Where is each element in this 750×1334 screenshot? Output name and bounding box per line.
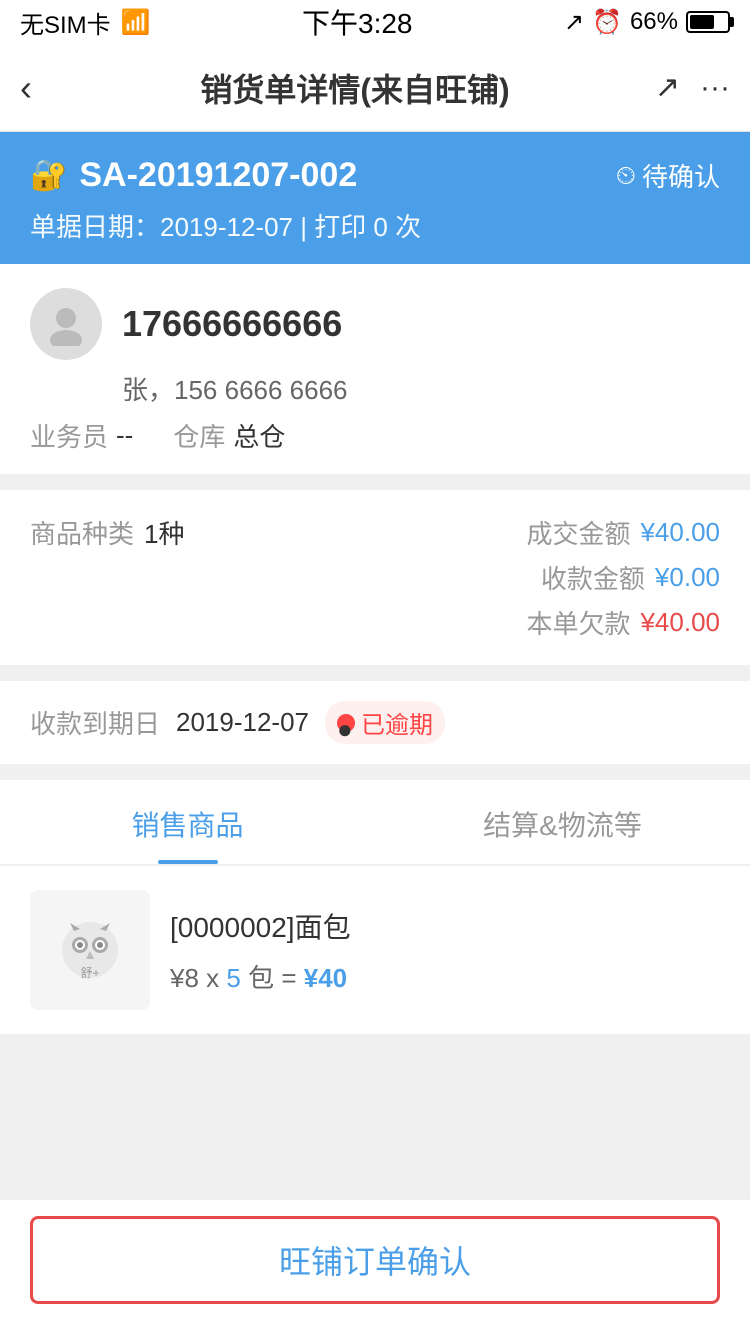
product-types-label: 商品种类 <box>30 514 134 551</box>
price-x: x <box>206 963 226 993</box>
tabs-section: 销售商品 结算&物流等 <box>0 780 750 866</box>
share-icon[interactable]: ↗︎ <box>655 70 680 105</box>
confirm-button[interactable]: 旺铺订单确认 <box>30 1216 720 1304</box>
product-name: [0000002]面包 <box>170 906 720 946</box>
order-header: 🔐 SA-20191207-002 ⏲ 待确认 单据日期：2019-12-07 … <box>0 132 750 264</box>
status-left: 无SIM卡 📶 <box>20 5 151 40</box>
product-types: 商品种类 1种 <box>30 514 184 551</box>
bottom-bar: 旺铺订单确认 <box>0 1199 750 1334</box>
qty-value: 5 <box>226 963 240 993</box>
equals: = <box>281 963 303 993</box>
time-label: 下午3:28 <box>302 2 413 42</box>
salesperson-label: 业务员 <box>30 417 108 454</box>
payment-value: ¥0.00 <box>655 562 720 593</box>
total-value: ¥40 <box>304 963 347 993</box>
avatar-icon <box>44 302 88 346</box>
duedate-section: 收款到期日 2019-12-07 ● 已逾期 <box>0 681 750 764</box>
nav-right-actions: ↗︎ ··· <box>630 70 730 105</box>
wifi-icon: 📶 <box>121 8 151 37</box>
duedate-label: 收款到期日 <box>30 704 160 741</box>
more-icon[interactable]: ··· <box>700 71 730 105</box>
payment-row: 收款金额 ¥0.00 <box>541 559 720 596</box>
page-title: 销货单详情(来自旺铺) <box>80 65 630 111</box>
order-icon: 🔐 <box>30 158 67 193</box>
tab-settlement[interactable]: 结算&物流等 <box>375 780 750 864</box>
warehouse-value: 总仓 <box>233 417 285 454</box>
customer-section: 17666666666 张，156 6666 6666 业务员 -- 仓库 总仓 <box>0 264 750 474</box>
overdue-dot-icon: ● <box>337 714 355 732</box>
order-id: 🔐 SA-20191207-002 <box>30 156 357 195</box>
tab-settlement-label: 结算&物流等 <box>483 810 642 841</box>
duedate-value: 2019-12-07 <box>176 707 309 738</box>
battery-percent: 66% <box>630 8 678 36</box>
carrier-label: 无SIM卡 <box>20 5 111 40</box>
unit-value: 包 <box>248 963 274 993</box>
order-status-text: 待确认 <box>642 157 720 194</box>
overdue-text: 已逾期 <box>361 705 433 740</box>
battery-fill <box>690 15 714 29</box>
product-logo-icon: 舒+ <box>50 915 130 985</box>
salesperson-value: -- <box>116 420 133 451</box>
confirm-button-label: 旺铺订单确认 <box>279 1237 471 1283</box>
svg-text:舒+: 舒+ <box>80 966 99 980</box>
arrears-value: ¥40.00 <box>640 607 720 638</box>
payment-label: 收款金额 <box>541 559 645 596</box>
warehouse-label: 仓库 <box>173 417 225 454</box>
customer-row: 17666666666 <box>30 288 720 360</box>
transaction-row: 成交金额 ¥40.00 <box>526 514 720 551</box>
warehouse-info: 仓库 总仓 <box>173 417 285 454</box>
order-date: 单据日期：2019-12-07 | 打印 0 次 <box>30 207 720 244</box>
customer-phone: 17666666666 <box>122 303 342 345</box>
alarm-icon: ⏰ <box>592 8 622 37</box>
customer-name: 张，156 6666 6666 <box>30 370 720 407</box>
tab-sales-products[interactable]: 销售商品 <box>0 780 375 864</box>
location-icon: ↗ <box>564 8 584 37</box>
arrears-label: 本单欠款 <box>526 604 630 641</box>
tab-sales-label: 销售商品 <box>131 810 243 841</box>
nav-bar: ‹ 销货单详情(来自旺铺) ↗︎ ··· <box>0 44 750 132</box>
products-section: 舒+ [0000002]面包 ¥8 x 5 包 = ¥40 <box>0 866 750 1034</box>
amounts-section: 成交金额 ¥40.00 收款金额 ¥0.00 本单欠款 ¥40.00 <box>526 514 720 641</box>
product-image: 舒+ <box>30 890 150 1010</box>
product-price: ¥8 x 5 包 = ¥40 <box>170 958 720 995</box>
arrears-row: 本单欠款 ¥40.00 <box>526 604 720 641</box>
status-bar: 无SIM卡 📶 下午3:28 ↗ ⏰ 66% <box>0 0 750 44</box>
salesperson-info: 业务员 -- <box>30 417 133 454</box>
product-types-value: 1种 <box>144 514 184 551</box>
summary-section: 商品种类 1种 成交金额 ¥40.00 收款金额 ¥0.00 本单欠款 ¥40.… <box>0 490 750 665</box>
product-item: 舒+ [0000002]面包 ¥8 x 5 包 = ¥40 <box>0 866 750 1034</box>
customer-avatar <box>30 288 102 360</box>
product-info: [0000002]面包 ¥8 x 5 包 = ¥40 <box>170 906 720 995</box>
order-status: ⏲ 待确认 <box>616 157 720 194</box>
transaction-value: ¥40.00 <box>640 517 720 548</box>
back-button[interactable]: ‹ <box>20 67 80 109</box>
price-value: ¥8 <box>170 963 199 993</box>
customer-info-row: 业务员 -- 仓库 总仓 <box>30 417 720 454</box>
battery-icon <box>686 11 730 33</box>
status-right: ↗ ⏰ 66% <box>564 8 730 37</box>
summary-row: 商品种类 1种 成交金额 ¥40.00 收款金额 ¥0.00 本单欠款 ¥40.… <box>30 514 720 641</box>
order-id-text: SA-20191207-002 <box>79 156 357 195</box>
transaction-label: 成交金额 <box>526 514 630 551</box>
clock-icon: ⏲ <box>616 160 636 192</box>
overdue-badge: ● 已逾期 <box>325 701 445 744</box>
order-header-top: 🔐 SA-20191207-002 ⏲ 待确认 <box>30 156 720 195</box>
